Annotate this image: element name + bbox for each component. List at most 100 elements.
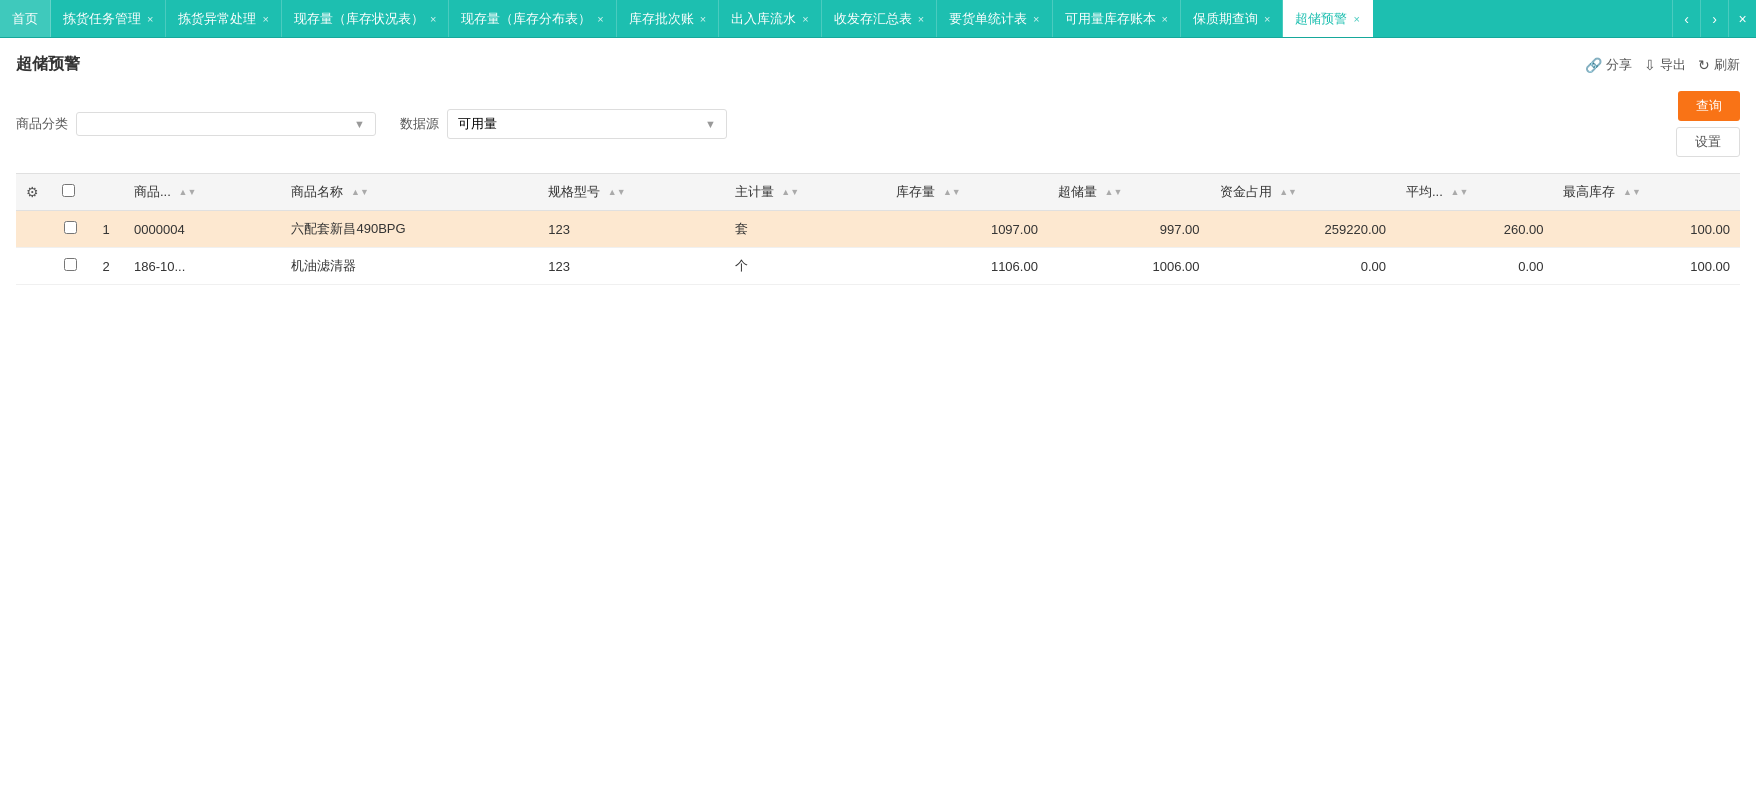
col-checkbox-header [52,174,88,211]
col-avg-sort: ▲▼ [1450,188,1468,197]
filter-buttons: 查询 设置 [1676,91,1740,157]
row-capital: 259220.00 [1210,211,1396,248]
col-stock-header[interactable]: 库存量 ▲▼ [886,174,1048,211]
col-unit-header[interactable]: 主计量 ▲▼ [725,174,887,211]
query-button[interactable]: 查询 [1678,91,1740,121]
nav-task-mgmt[interactable]: 拣货任务管理 × [51,0,166,37]
row-num: 2 [88,248,124,285]
nav-overstock-close[interactable]: × [1353,13,1359,25]
nav-overstock[interactable]: 超储预警 × [1283,0,1372,37]
category-select-arrow: ▼ [354,118,365,130]
nav-collect-close[interactable]: × [918,13,924,25]
nav-order-stat[interactable]: 要货单统计表 × [937,0,1052,37]
nav-stock-dist[interactable]: 现存量（库存分布表） × [449,0,616,37]
nav-stock-status-label: 现存量（库存状况表） [294,10,424,28]
nav-order-stat-close[interactable]: × [1033,13,1039,25]
share-button[interactable]: 🔗 分享 [1585,56,1632,74]
row-capital: 0.00 [1210,248,1396,285]
export-label: 导出 [1660,56,1686,74]
filter-row: 商品分类 ▼ 数据源 可用量 ▼ 查询 设置 [16,91,1740,157]
nav-stock-dist-close[interactable]: × [597,13,603,25]
nav-inout-label: 出入库流水 [731,10,796,28]
share-label: 分享 [1606,56,1632,74]
datasource-select-value: 可用量 [458,115,497,133]
nav-expiry[interactable]: 保质期查询 × [1181,0,1283,37]
row-checkbox-cell [52,248,88,285]
row-spec: 123 [538,248,724,285]
row-product-name: 机油滤清器 [281,248,538,285]
nav-exception-close[interactable]: × [262,13,268,25]
row-overstock: 997.00 [1048,211,1210,248]
nav-collect-label: 收发存汇总表 [834,10,912,28]
row-stock: 1106.00 [886,248,1048,285]
nav-available-close[interactable]: × [1162,13,1168,25]
nav-collect[interactable]: 收发存汇总表 × [822,0,937,37]
gear-icon[interactable]: ⚙ [26,184,39,200]
export-icon: ⇩ [1644,57,1656,73]
nav-exception-label: 拣货异常处理 [178,10,256,28]
datasource-select[interactable]: 可用量 ▼ [447,109,727,139]
col-stock-sort: ▲▼ [943,188,961,197]
header-actions: 🔗 分享 ⇩ 导出 ↻ 刷新 [1585,56,1740,74]
nav-expiry-close[interactable]: × [1264,13,1270,25]
table-header: ⚙ 商品... ▲▼ 商品名称 ▲▼ 规格型号 ▲▼ [16,174,1740,211]
nav-task-mgmt-label: 拣货任务管理 [63,10,141,28]
nav-exception[interactable]: 拣货异常处理 × [166,0,281,37]
refresh-button[interactable]: ↻ 刷新 [1698,56,1740,74]
nav-stock-status-close[interactable]: × [430,13,436,25]
table-header-row: ⚙ 商品... ▲▼ 商品名称 ▲▼ 规格型号 ▲▼ [16,174,1740,211]
nav-stock-status[interactable]: 现存量（库存状况表） × [282,0,449,37]
nav-available[interactable]: 可用量库存账本 × [1053,0,1181,37]
col-maxstock-header[interactable]: 最高库存 ▲▼ [1553,174,1740,211]
nav-inout-close[interactable]: × [802,13,808,25]
col-product-name-header[interactable]: 商品名称 ▲▼ [281,174,538,211]
nav-batch-close[interactable]: × [700,13,706,25]
col-overstock-header[interactable]: 超储量 ▲▼ [1048,174,1210,211]
col-product-code-header[interactable]: 商品... ▲▼ [124,174,281,211]
row-avg: 0.00 [1396,248,1553,285]
share-icon: 🔗 [1585,57,1602,73]
nav-prev-btn[interactable]: ‹ [1672,0,1700,37]
col-settings: ⚙ [16,174,52,211]
col-product-code-sort: ▲▼ [178,188,196,197]
col-rownum-header [88,174,124,211]
page-title: 超储预警 [16,54,80,75]
nav-stock-dist-label: 现存量（库存分布表） [461,10,591,28]
select-all-checkbox[interactable] [62,184,75,197]
data-table: ⚙ 商品... ▲▼ 商品名称 ▲▼ 规格型号 ▲▼ [16,173,1740,285]
nav-next-btn[interactable]: › [1700,0,1728,37]
row-unit: 套 [725,211,887,248]
nav-task-mgmt-close[interactable]: × [147,13,153,25]
nav-home[interactable]: 首页 [0,0,51,37]
nav-batch[interactable]: 库存批次账 × [617,0,719,37]
nav-home-label: 首页 [12,10,38,28]
col-unit-sort: ▲▼ [781,188,799,197]
row-gear [16,248,52,285]
refresh-icon: ↻ [1698,57,1710,73]
export-button[interactable]: ⇩ 导出 [1644,56,1686,74]
col-capital-sort: ▲▼ [1279,188,1297,197]
row-product-code: 186-10... [124,248,281,285]
settings-button[interactable]: 设置 [1676,127,1740,157]
col-avg-header[interactable]: 平均... ▲▼ [1396,174,1553,211]
row-max-stock: 100.00 [1553,211,1740,248]
category-select[interactable]: ▼ [76,112,376,136]
datasource-label: 数据源 [400,115,439,133]
refresh-label: 刷新 [1714,56,1740,74]
col-spec-header[interactable]: 规格型号 ▲▼ [538,174,724,211]
nav-close-btn[interactable]: × [1728,0,1756,37]
row-checkbox-cell [52,211,88,248]
col-product-name-sort: ▲▼ [351,188,369,197]
nav-expiry-label: 保质期查询 [1193,10,1258,28]
row-checkbox[interactable] [64,258,77,271]
col-overstock-sort: ▲▼ [1105,188,1123,197]
row-checkbox[interactable] [64,221,77,234]
col-capital-header[interactable]: 资金占用 ▲▼ [1210,174,1396,211]
nav-inout[interactable]: 出入库流水 × [719,0,821,37]
page-header: 超储预警 🔗 分享 ⇩ 导出 ↻ 刷新 [16,54,1740,75]
datasource-filter: 数据源 可用量 ▼ [400,109,727,139]
col-spec-sort: ▲▼ [608,188,626,197]
table-body: 1 0000004 六配套新昌490BPG 123 套 1097.00 997.… [16,211,1740,285]
row-unit: 个 [725,248,887,285]
row-max-stock: 100.00 [1553,248,1740,285]
